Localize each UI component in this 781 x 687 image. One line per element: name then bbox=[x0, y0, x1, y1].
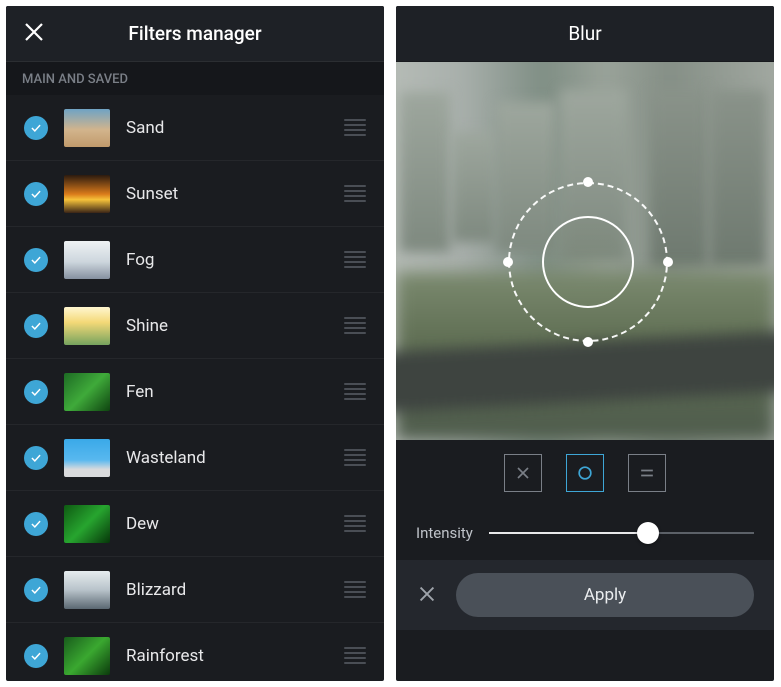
filter-check-toggle[interactable] bbox=[24, 578, 48, 602]
filter-check-toggle[interactable] bbox=[24, 314, 48, 338]
intensity-label: Intensity bbox=[416, 524, 473, 542]
filter-thumbnail bbox=[64, 439, 110, 477]
drag-handle-icon[interactable] bbox=[344, 446, 366, 469]
filter-thumbnail bbox=[64, 109, 110, 147]
filter-name-label: Wasteland bbox=[126, 448, 344, 468]
filters-manager-panel: Filters manager MAIN AND SAVED Sand Sunse… bbox=[6, 6, 384, 681]
blur-focus-ring[interactable] bbox=[508, 182, 668, 342]
focus-handle-bottom[interactable] bbox=[583, 337, 593, 347]
blur-mode-linear[interactable] bbox=[628, 454, 666, 492]
intensity-row: Intensity bbox=[396, 506, 774, 560]
drag-handle-icon[interactable] bbox=[344, 314, 366, 337]
focus-handle-top[interactable] bbox=[583, 177, 593, 187]
section-label-main-and-saved: MAIN AND SAVED bbox=[6, 62, 384, 95]
filter-name-label: Sand bbox=[126, 118, 344, 138]
filter-name-label: Dew bbox=[126, 514, 344, 534]
drag-handle-icon[interactable] bbox=[344, 248, 366, 271]
filter-check-toggle[interactable] bbox=[24, 446, 48, 470]
filter-name-label: Rainforest bbox=[126, 646, 344, 666]
filter-thumbnail bbox=[64, 505, 110, 543]
filter-check-toggle[interactable] bbox=[24, 182, 48, 206]
filter-name-label: Fog bbox=[126, 250, 344, 270]
filter-row: Shine bbox=[6, 293, 384, 359]
filter-row: Wasteland bbox=[6, 425, 384, 491]
filter-check-toggle[interactable] bbox=[24, 116, 48, 140]
filter-thumbnail bbox=[64, 241, 110, 279]
drag-handle-icon[interactable] bbox=[344, 578, 366, 601]
blur-title: Blur bbox=[396, 6, 774, 62]
filter-row: Rainforest bbox=[6, 623, 384, 681]
filter-list: Sand Sunset Fog Shine Fen Wasteland Dew Blizzar… bbox=[6, 95, 384, 681]
filter-thumbnail bbox=[64, 637, 110, 675]
focus-handle-right[interactable] bbox=[663, 257, 673, 267]
filter-check-toggle[interactable] bbox=[24, 512, 48, 536]
cancel-icon[interactable] bbox=[416, 583, 440, 607]
filter-check-toggle[interactable] bbox=[24, 380, 48, 404]
drag-handle-icon[interactable] bbox=[344, 512, 366, 535]
filter-check-toggle[interactable] bbox=[24, 644, 48, 668]
intensity-slider-knob[interactable] bbox=[637, 522, 659, 544]
blur-preview[interactable] bbox=[396, 62, 774, 440]
filter-name-label: Sunset bbox=[126, 184, 344, 204]
blur-panel: Blur Intensity bbox=[396, 6, 774, 681]
drag-handle-icon[interactable] bbox=[344, 182, 366, 205]
filter-row: Sunset bbox=[6, 161, 384, 227]
filter-name-label: Fen bbox=[126, 382, 344, 402]
drag-handle-icon[interactable] bbox=[344, 644, 366, 667]
blur-mode-row bbox=[396, 440, 774, 506]
close-icon[interactable] bbox=[22, 20, 50, 48]
filter-check-toggle[interactable] bbox=[24, 248, 48, 272]
filter-row: Fen bbox=[6, 359, 384, 425]
filter-row: Blizzard bbox=[6, 557, 384, 623]
filter-thumbnail bbox=[64, 571, 110, 609]
intensity-slider[interactable] bbox=[489, 521, 754, 545]
filter-row: Sand bbox=[6, 95, 384, 161]
focus-handle-left[interactable] bbox=[503, 257, 513, 267]
filter-name-label: Blizzard bbox=[126, 580, 344, 600]
filter-thumbnail bbox=[64, 373, 110, 411]
filter-row: Fog bbox=[6, 227, 384, 293]
filter-row: Dew bbox=[6, 491, 384, 557]
filters-manager-header: Filters manager bbox=[6, 6, 384, 62]
blur-mode-radial[interactable] bbox=[566, 454, 604, 492]
drag-handle-icon[interactable] bbox=[344, 116, 366, 139]
filters-manager-title: Filters manager bbox=[6, 22, 384, 45]
blur-footer: Apply bbox=[396, 560, 774, 630]
blur-mode-off[interactable] bbox=[504, 454, 542, 492]
filter-thumbnail bbox=[64, 307, 110, 345]
drag-handle-icon[interactable] bbox=[344, 380, 366, 403]
filter-thumbnail bbox=[64, 175, 110, 213]
apply-button[interactable]: Apply bbox=[456, 573, 754, 617]
filter-name-label: Shine bbox=[126, 316, 344, 336]
